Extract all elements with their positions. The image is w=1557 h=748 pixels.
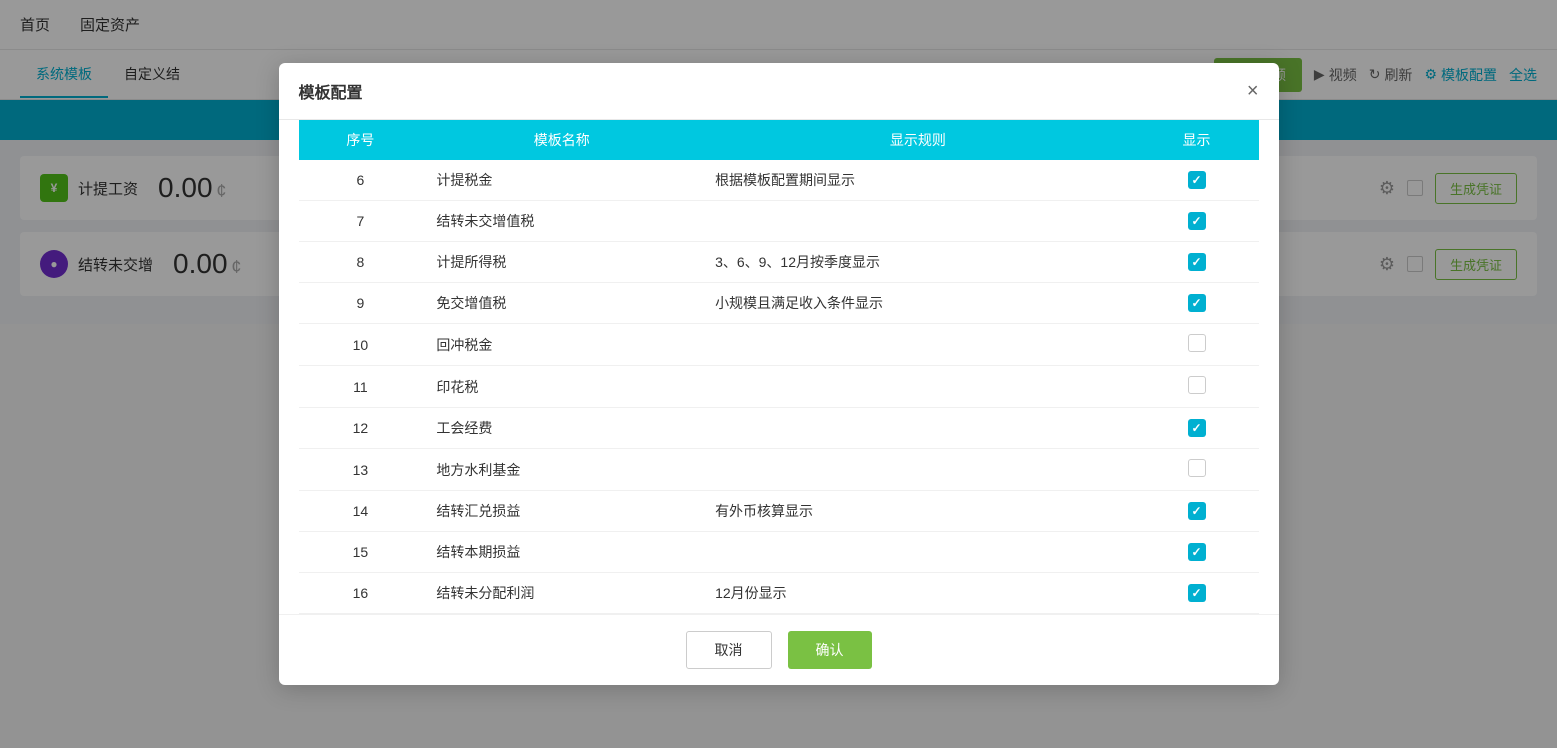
cell-name: 印花税 [422, 366, 701, 408]
cell-rule [701, 532, 1135, 573]
cell-id: 10 [299, 324, 423, 366]
cell-id: 9 [299, 283, 423, 324]
modal-close-button[interactable]: × [1247, 81, 1259, 101]
row-checkbox-7[interactable] [1188, 212, 1206, 230]
table-head: 序号 模板名称 显示规则 显示 [299, 120, 1259, 160]
row-checkbox-10[interactable] [1188, 334, 1206, 352]
cell-id: 13 [299, 449, 423, 491]
cell-id: 6 [299, 160, 423, 201]
modal-footer: 取消 确认 [279, 614, 1279, 685]
table-row: 8计提所得税3、6、9、12月按季度显示 [299, 242, 1259, 283]
modal-header: 模板配置 × [279, 63, 1279, 120]
cell-rule [701, 201, 1135, 242]
row-checkbox-12[interactable] [1188, 419, 1206, 437]
row-checkbox-15[interactable] [1188, 543, 1206, 561]
col-header-id: 序号 [299, 120, 423, 160]
cell-id: 12 [299, 408, 423, 449]
modal-title: 模板配置 [299, 79, 363, 103]
cell-checkbox [1135, 242, 1259, 283]
col-header-display: 显示 [1135, 120, 1259, 160]
cell-rule [701, 408, 1135, 449]
cell-rule: 12月份显示 [701, 573, 1135, 614]
row-checkbox-13[interactable] [1188, 459, 1206, 477]
row-checkbox-9[interactable] [1188, 294, 1206, 312]
table-row: 15结转本期损益 [299, 532, 1259, 573]
modal-overlay: 模板配置 × 序号 模板名称 显示规则 显示 6计提税金根据模板配置期间显示7结… [0, 0, 1557, 748]
cell-checkbox [1135, 324, 1259, 366]
col-header-rule: 显示规则 [701, 120, 1135, 160]
cell-name: 计提所得税 [422, 242, 701, 283]
cell-name: 工会经费 [422, 408, 701, 449]
table-row: 12工会经费 [299, 408, 1259, 449]
cell-checkbox [1135, 201, 1259, 242]
cell-id: 15 [299, 532, 423, 573]
cell-id: 8 [299, 242, 423, 283]
cell-rule: 根据模板配置期间显示 [701, 160, 1135, 201]
cell-name: 免交增值税 [422, 283, 701, 324]
cell-rule: 3、6、9、12月按季度显示 [701, 242, 1135, 283]
table-row: 14结转汇兑损益有外币核算显示 [299, 491, 1259, 532]
col-header-name: 模板名称 [422, 120, 701, 160]
cell-id: 14 [299, 491, 423, 532]
table-row: 6计提税金根据模板配置期间显示 [299, 160, 1259, 201]
cell-checkbox [1135, 491, 1259, 532]
cell-name: 结转本期损益 [422, 532, 701, 573]
cell-name: 结转未分配利润 [422, 573, 701, 614]
cell-checkbox [1135, 366, 1259, 408]
cell-name: 计提税金 [422, 160, 701, 201]
table-row: 10回冲税金 [299, 324, 1259, 366]
cell-rule [701, 449, 1135, 491]
table-body: 6计提税金根据模板配置期间显示7结转未交增值税8计提所得税3、6、9、12月按季… [299, 160, 1259, 614]
cell-id: 11 [299, 366, 423, 408]
table-row: 7结转未交增值税 [299, 201, 1259, 242]
row-checkbox-16[interactable] [1188, 584, 1206, 602]
modal-body: 序号 模板名称 显示规则 显示 6计提税金根据模板配置期间显示7结转未交增值税8… [279, 120, 1279, 614]
cancel-button[interactable]: 取消 [686, 631, 772, 669]
modal-template-config: 模板配置 × 序号 模板名称 显示规则 显示 6计提税金根据模板配置期间显示7结… [279, 63, 1279, 685]
row-checkbox-6[interactable] [1188, 171, 1206, 189]
cell-rule [701, 366, 1135, 408]
cell-rule: 小规模且满足收入条件显示 [701, 283, 1135, 324]
row-checkbox-8[interactable] [1188, 253, 1206, 271]
cell-checkbox [1135, 408, 1259, 449]
cell-checkbox [1135, 283, 1259, 324]
table-row: 13地方水利基金 [299, 449, 1259, 491]
table-row: 11印花税 [299, 366, 1259, 408]
config-table: 序号 模板名称 显示规则 显示 6计提税金根据模板配置期间显示7结转未交增值税8… [299, 120, 1259, 614]
cell-checkbox [1135, 160, 1259, 201]
cell-checkbox [1135, 532, 1259, 573]
cell-name: 回冲税金 [422, 324, 701, 366]
table-row: 16结转未分配利润12月份显示 [299, 573, 1259, 614]
cell-name: 结转未交增值税 [422, 201, 701, 242]
confirm-button[interactable]: 确认 [788, 631, 872, 669]
table-row: 9免交增值税小规模且满足收入条件显示 [299, 283, 1259, 324]
row-checkbox-11[interactable] [1188, 376, 1206, 394]
cell-checkbox [1135, 449, 1259, 491]
cell-id: 16 [299, 573, 423, 614]
cell-name: 地方水利基金 [422, 449, 701, 491]
cell-id: 7 [299, 201, 423, 242]
cell-rule [701, 324, 1135, 366]
row-checkbox-14[interactable] [1188, 502, 1206, 520]
cell-checkbox [1135, 573, 1259, 614]
cell-name: 结转汇兑损益 [422, 491, 701, 532]
cell-rule: 有外币核算显示 [701, 491, 1135, 532]
